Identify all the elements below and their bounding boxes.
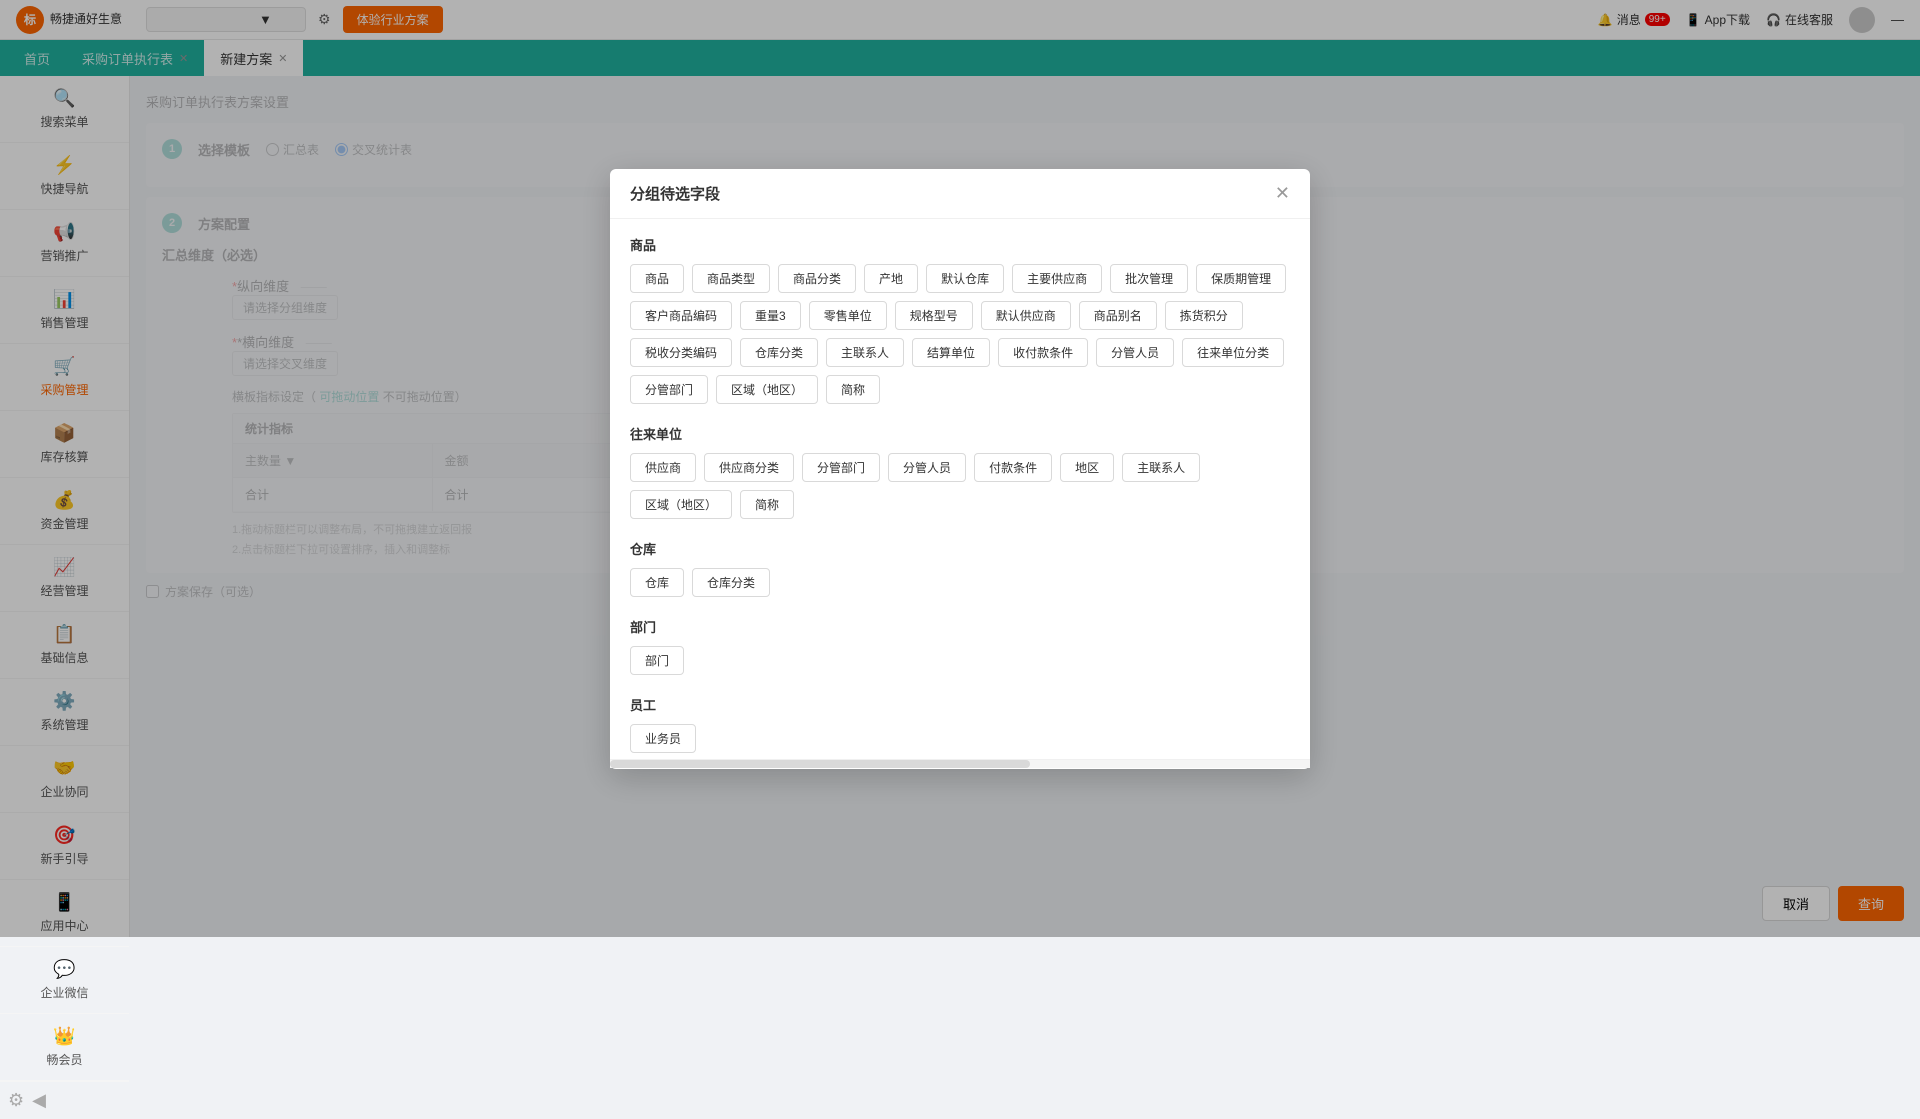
section-counterparty-tags: 供应商 供应商分类 分管部门 分管人员 付款条件 地区 主联系人 区域（地区） … — [630, 453, 1290, 519]
member-icon: 👑 — [53, 1026, 75, 1047]
field-tag-wh-1[interactable]: 仓库分类 — [692, 568, 770, 597]
modal-title: 分组待选字段 — [630, 183, 720, 204]
modal-body[interactable]: 商品 商品 商品类型 商品分类 产地 默认仓库 主要供应商 批次管理 保质期管理… — [610, 219, 1310, 760]
sidebar-bottom: ⚙ ◀ — [0, 1081, 129, 1119]
field-tag-goods-0[interactable]: 商品 — [630, 264, 684, 293]
field-selection-modal: 分组待选字段 ✕ 商品 商品 商品类型 商品分类 产地 默认仓库 主要供应商 批… — [610, 169, 1310, 769]
section-goods: 商品 商品 商品类型 商品分类 产地 默认仓库 主要供应商 批次管理 保质期管理… — [630, 235, 1290, 404]
field-tag-cp-2[interactable]: 分管部门 — [802, 453, 880, 482]
field-tag-emp-0[interactable]: 业务员 — [630, 724, 696, 753]
field-tag-cp-3[interactable]: 分管人员 — [888, 453, 966, 482]
field-tag-goods-24[interactable]: 简称 — [826, 375, 880, 404]
sidebar-item-wechat[interactable]: 💬 企业微信 — [0, 947, 129, 1014]
section-employee: 员工 业务员 — [630, 695, 1290, 753]
field-tag-cp-6[interactable]: 主联系人 — [1122, 453, 1200, 482]
field-tag-cp-5[interactable]: 地区 — [1060, 453, 1114, 482]
field-tag-goods-18[interactable]: 结算单位 — [912, 338, 990, 367]
field-tag-goods-14[interactable]: 拣货积分 — [1165, 301, 1243, 330]
field-tag-goods-9[interactable]: 重量3 — [740, 301, 801, 330]
field-tag-goods-22[interactable]: 分管部门 — [630, 375, 708, 404]
field-tag-goods-5[interactable]: 主要供应商 — [1012, 264, 1102, 293]
field-tag-cp-1[interactable]: 供应商分类 — [704, 453, 794, 482]
field-tag-goods-19[interactable]: 收付款条件 — [998, 338, 1088, 367]
field-tag-goods-6[interactable]: 批次管理 — [1110, 264, 1188, 293]
section-goods-title: 商品 — [630, 235, 1290, 254]
section-department-title: 部门 — [630, 617, 1290, 636]
section-counterparty: 往来单位 供应商 供应商分类 分管部门 分管人员 付款条件 地区 主联系人 区域… — [630, 424, 1290, 519]
section-employee-tags: 业务员 — [630, 724, 1290, 753]
modal-close-button[interactable]: ✕ — [1275, 183, 1290, 204]
field-tag-goods-12[interactable]: 默认供应商 — [981, 301, 1071, 330]
modal-hscroll — [610, 759, 1310, 768]
section-warehouse-tags: 仓库 仓库分类 — [630, 568, 1290, 597]
section-warehouse-title: 仓库 — [630, 539, 1290, 558]
field-tag-goods-13[interactable]: 商品别名 — [1079, 301, 1157, 330]
field-tag-goods-4[interactable]: 默认仓库 — [926, 264, 1004, 293]
hscroll-bar[interactable] — [610, 760, 1310, 768]
section-warehouse: 仓库 仓库 仓库分类 — [630, 539, 1290, 597]
section-employee-title: 员工 — [630, 695, 1290, 714]
sidebar-item-member[interactable]: 👑 畅会员 — [0, 1014, 129, 1081]
field-tag-goods-3[interactable]: 产地 — [864, 264, 918, 293]
field-tag-goods-7[interactable]: 保质期管理 — [1196, 264, 1286, 293]
modal-overlay: 分组待选字段 ✕ 商品 商品 商品类型 商品分类 产地 默认仓库 主要供应商 批… — [0, 0, 1920, 937]
field-tag-goods-11[interactable]: 规格型号 — [895, 301, 973, 330]
field-tag-goods-21[interactable]: 往来单位分类 — [1182, 338, 1284, 367]
section-goods-tags: 商品 商品类型 商品分类 产地 默认仓库 主要供应商 批次管理 保质期管理 客户… — [630, 264, 1290, 404]
section-counterparty-title: 往来单位 — [630, 424, 1290, 443]
field-tag-dept-0[interactable]: 部门 — [630, 646, 684, 675]
section-department-tags: 部门 — [630, 646, 1290, 675]
field-tag-goods-8[interactable]: 客户商品编码 — [630, 301, 732, 330]
modal-header: 分组待选字段 ✕ — [610, 169, 1310, 219]
sidebar-collapse-btn[interactable]: ◀ — [32, 1090, 46, 1111]
hscroll-thumb — [610, 760, 1030, 768]
field-tag-goods-2[interactable]: 商品分类 — [778, 264, 856, 293]
sidebar-settings-btn[interactable]: ⚙ — [8, 1090, 24, 1111]
field-tag-cp-0[interactable]: 供应商 — [630, 453, 696, 482]
field-tag-goods-16[interactable]: 仓库分类 — [740, 338, 818, 367]
field-tag-goods-23[interactable]: 区域（地区） — [716, 375, 818, 404]
field-tag-cp-8[interactable]: 简称 — [740, 490, 794, 519]
section-department: 部门 部门 — [630, 617, 1290, 675]
field-tag-cp-7[interactable]: 区域（地区） — [630, 490, 732, 519]
field-tag-goods-17[interactable]: 主联系人 — [826, 338, 904, 367]
field-tag-goods-10[interactable]: 零售单位 — [809, 301, 887, 330]
field-tag-goods-20[interactable]: 分管人员 — [1096, 338, 1174, 367]
field-tag-cp-4[interactable]: 付款条件 — [974, 453, 1052, 482]
wechat-icon: 💬 — [53, 959, 75, 980]
field-tag-goods-1[interactable]: 商品类型 — [692, 264, 770, 293]
field-tag-goods-15[interactable]: 税收分类编码 — [630, 338, 732, 367]
field-tag-wh-0[interactable]: 仓库 — [630, 568, 684, 597]
